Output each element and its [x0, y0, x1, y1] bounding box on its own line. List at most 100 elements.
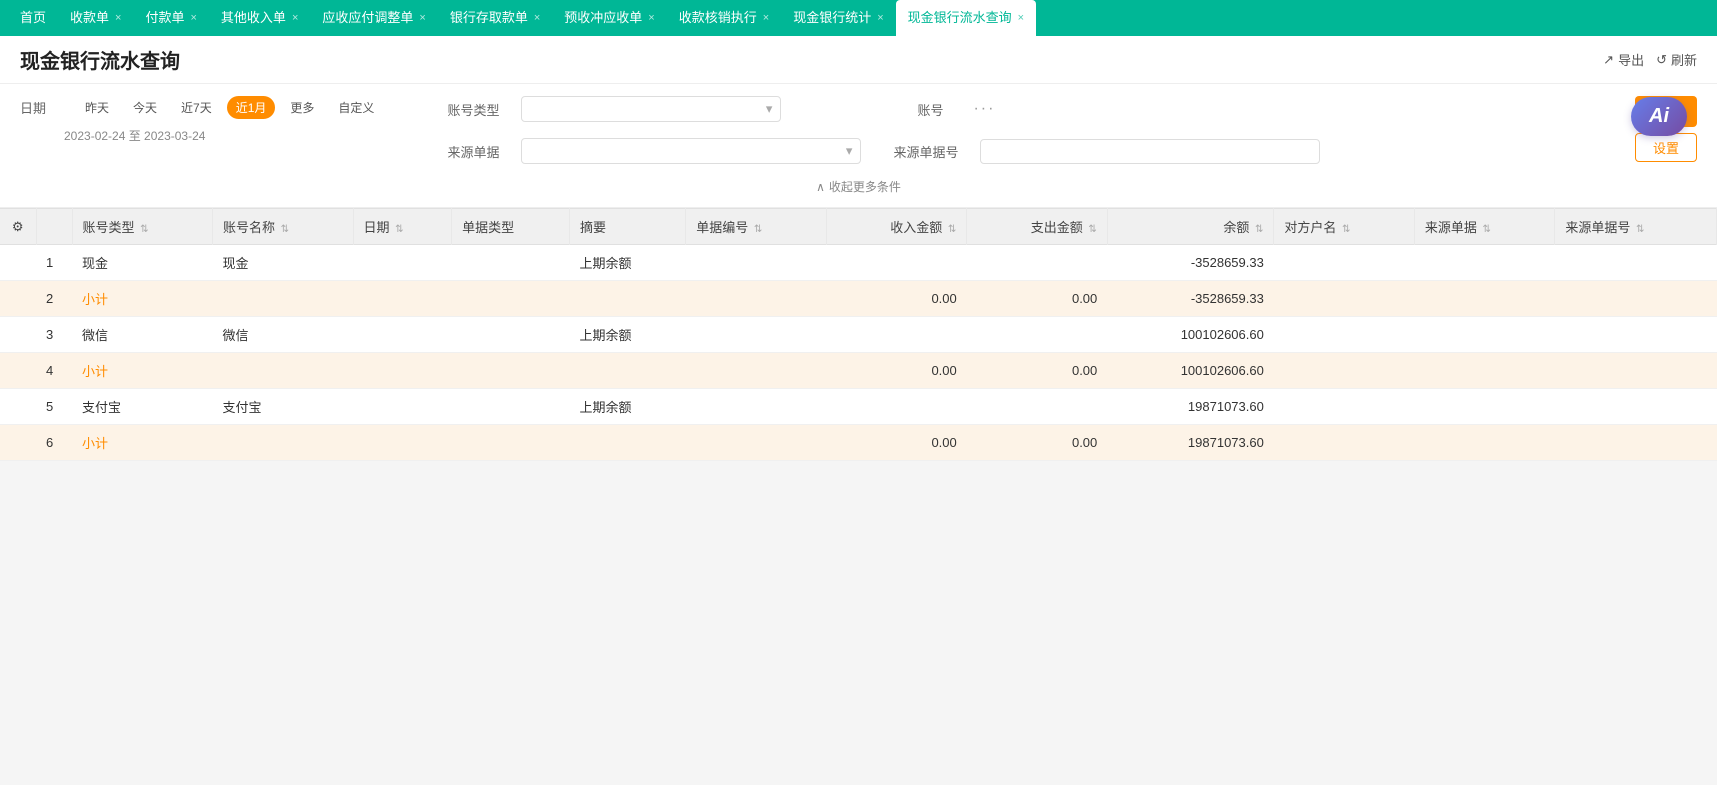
- table-row[interactable]: 6小计0.000.0019871073.60: [0, 425, 1717, 461]
- col-source-doc-no[interactable]: 来源单据号 ⇅: [1555, 209, 1717, 245]
- row-doc-type: [452, 281, 570, 317]
- col-balance[interactable]: 余额 ⇅: [1107, 209, 1274, 245]
- nav-prepayment[interactable]: 预收冲应收单 ×: [552, 0, 666, 36]
- refresh-icon: ↺: [1656, 52, 1667, 68]
- source-doc-no-input[interactable]: [980, 139, 1320, 164]
- nav-cashflow[interactable]: 现金银行流水查询 ×: [896, 0, 1036, 36]
- nav-stats-close[interactable]: ×: [877, 0, 883, 36]
- row-index: 5: [36, 389, 72, 425]
- collapse-label: 收起更多条件: [829, 178, 901, 195]
- nav-other-income[interactable]: 其他收入单 ×: [209, 0, 310, 36]
- row-balance: 100102606.60: [1107, 317, 1274, 353]
- row-counterpart: [1274, 281, 1415, 317]
- date-btn-more[interactable]: 更多: [281, 96, 323, 119]
- col-account-type[interactable]: 账号类型 ⇅: [72, 209, 213, 245]
- row-expense: [967, 317, 1108, 353]
- row-summary: 上期余额: [569, 317, 685, 353]
- table-body: 1现金现金上期余额-3528659.332小计0.000.00-3528659.…: [0, 245, 1717, 461]
- date-btn-7days[interactable]: 近7天: [172, 96, 221, 119]
- row-date: [353, 317, 452, 353]
- source-doc-select[interactable]: ▾: [521, 138, 861, 164]
- nav-payment-close[interactable]: ×: [190, 0, 196, 36]
- row-counterpart: [1274, 245, 1415, 281]
- nav-home[interactable]: 首页: [8, 0, 58, 36]
- table-row[interactable]: 2小计0.000.00-3528659.33: [0, 281, 1717, 317]
- date-btn-today[interactable]: 今天: [124, 96, 166, 119]
- nav-receipt[interactable]: 收款单 ×: [58, 0, 133, 36]
- nav-cashflow-close[interactable]: ×: [1018, 0, 1024, 36]
- date-btn-yesterday[interactable]: 昨天: [76, 96, 118, 119]
- col-summary: 摘要: [569, 209, 685, 245]
- row-balance: 19871073.60: [1107, 425, 1274, 461]
- nav-verify-close[interactable]: ×: [763, 0, 769, 36]
- refresh-button[interactable]: ↺ 刷新: [1656, 50, 1697, 69]
- row-date: [353, 281, 452, 317]
- collapse-bar[interactable]: ∧ 收起更多条件: [20, 172, 1697, 199]
- row-income: 0.00: [826, 281, 967, 317]
- export-icon: ↗: [1603, 52, 1614, 68]
- data-table: ⚙ 账号类型 ⇅ 账号名称 ⇅ 日期 ⇅ 单据类型: [0, 208, 1717, 461]
- row-expense: 0.00: [967, 353, 1108, 389]
- col-expense[interactable]: 支出金额 ⇅: [967, 209, 1108, 245]
- export-button[interactable]: ↗ 导出: [1603, 50, 1644, 69]
- row-doc-no: [686, 317, 827, 353]
- col-counterpart[interactable]: 对方户名 ⇅: [1274, 209, 1415, 245]
- col-income[interactable]: 收入金额 ⇅: [826, 209, 967, 245]
- nav-receipt-close[interactable]: ×: [115, 0, 121, 36]
- table-row[interactable]: 5支付宝支付宝上期余额19871073.60: [0, 389, 1717, 425]
- date-btn-1month[interactable]: 近1月: [227, 96, 276, 119]
- table-header-row: ⚙ 账号类型 ⇅ 账号名称 ⇅ 日期 ⇅ 单据类型: [0, 209, 1717, 245]
- row-summary: 上期余额: [569, 389, 685, 425]
- account-dots[interactable]: ···: [965, 96, 1003, 122]
- settings-button[interactable]: 设置: [1635, 133, 1697, 162]
- row-counterpart: [1274, 317, 1415, 353]
- row-expense: [967, 389, 1108, 425]
- col-doc-no[interactable]: 单据编号 ⇅: [686, 209, 827, 245]
- row-checkbox: [0, 317, 36, 353]
- nav-verify[interactable]: 收款核销执行 ×: [667, 0, 781, 36]
- row-income: [826, 389, 967, 425]
- col-gear[interactable]: ⚙: [0, 209, 36, 245]
- row-checkbox: [0, 425, 36, 461]
- nav-payment[interactable]: 付款单 ×: [133, 0, 208, 36]
- table-row[interactable]: 3微信微信上期余额100102606.60: [0, 317, 1717, 353]
- nav-adjustment-close[interactable]: ×: [419, 0, 425, 36]
- sort-icon-income: ⇅: [948, 224, 956, 235]
- row-income: 0.00: [826, 353, 967, 389]
- col-source-doc[interactable]: 来源单据 ⇅: [1414, 209, 1555, 245]
- row-source-doc-no: [1555, 245, 1717, 281]
- row-date: [353, 425, 452, 461]
- nav-bank-deposit[interactable]: 银行存取款单 ×: [438, 0, 552, 36]
- sort-icon-counterpart: ⇅: [1342, 224, 1350, 235]
- col-account-name[interactable]: 账号名称 ⇅: [213, 209, 354, 245]
- row-account-type: 小计: [72, 281, 213, 317]
- data-table-container: ⚙ 账号类型 ⇅ 账号名称 ⇅ 日期 ⇅ 单据类型: [0, 208, 1717, 461]
- date-btn-custom[interactable]: 自定义: [329, 96, 383, 119]
- row-source-doc: [1414, 245, 1555, 281]
- sort-icon-source-doc: ⇅: [1483, 224, 1491, 235]
- sort-icon-doc-no: ⇅: [754, 224, 762, 235]
- date-label: 日期: [20, 98, 60, 117]
- col-index: [36, 209, 72, 245]
- row-income: [826, 245, 967, 281]
- nav-other-income-label: 其他收入单: [221, 0, 286, 36]
- nav-adjustment[interactable]: 应收应付调整单 ×: [310, 0, 437, 36]
- col-date[interactable]: 日期 ⇅: [353, 209, 452, 245]
- row-doc-no: [686, 389, 827, 425]
- nav-stats[interactable]: 现金银行统计 ×: [781, 0, 895, 36]
- table-row[interactable]: 1现金现金上期余额-3528659.33: [0, 245, 1717, 281]
- nav-prepayment-close[interactable]: ×: [648, 0, 654, 36]
- account-label: 账号: [917, 100, 943, 119]
- row-source-doc: [1414, 353, 1555, 389]
- nav-bank-deposit-close[interactable]: ×: [534, 0, 540, 36]
- refresh-label: 刷新: [1671, 50, 1697, 69]
- ai-badge[interactable]: Ai: [1631, 97, 1687, 136]
- row-account-type: 微信: [72, 317, 213, 353]
- table-row[interactable]: 4小计0.000.00100102606.60: [0, 353, 1717, 389]
- nav-other-income-close[interactable]: ×: [292, 0, 298, 36]
- row-summary: 上期余额: [569, 245, 685, 281]
- row-checkbox: [0, 245, 36, 281]
- row-doc-type: [452, 389, 570, 425]
- account-type-select[interactable]: ▾: [521, 96, 781, 122]
- page-title: 现金银行流水查询: [20, 45, 180, 74]
